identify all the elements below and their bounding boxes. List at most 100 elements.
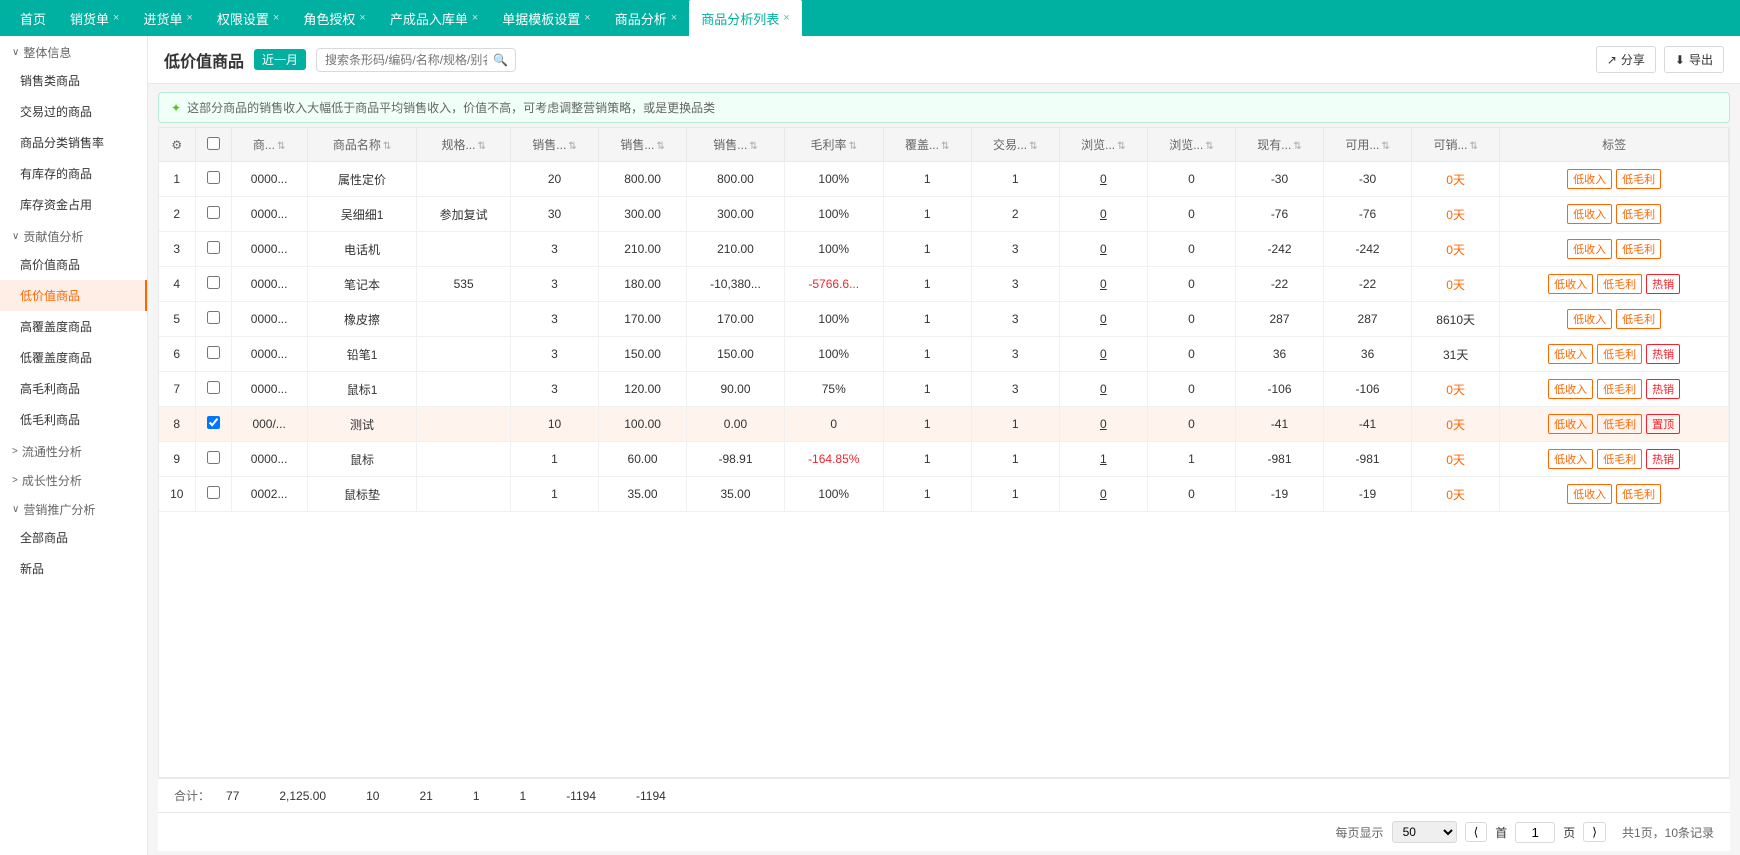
sidebar-item-low-value[interactable]: 低价值商品 [0,280,147,311]
sort-icon[interactable]: ⇅ [656,141,664,152]
sort-icon[interactable]: ⇅ [568,141,576,152]
row-select-checkbox[interactable] [207,276,220,289]
settings-column-header[interactable]: ⚙ [159,128,195,162]
page-number-input[interactable] [1515,822,1555,843]
sidebar-item-stock-capital[interactable]: 库存资金占用 [0,189,147,220]
sidebar-group-flow[interactable]: > 流通性分析 [0,435,147,464]
row-checkbox[interactable] [195,442,231,477]
sidebar-item-all-goods[interactable]: 全部商品 [0,522,147,553]
sidebar-group-contribution[interactable]: ∨ 贡献值分析 [0,220,147,249]
nav-close-icon[interactable]: × [671,12,677,24]
sidebar-item-new-goods[interactable]: 新品 [0,553,147,584]
row-checkbox[interactable] [195,477,231,512]
table-container[interactable]: ⚙ 商...⇅ 商品名称⇅ 规格...⇅ 销售...⇅ 销售...⇅ 销售...… [158,127,1730,778]
row-select-checkbox[interactable] [207,346,220,359]
sort-icon[interactable]: ⇅ [277,141,285,152]
row-select-checkbox[interactable] [207,486,220,499]
sort-icon[interactable]: ⇅ [477,141,485,152]
nav-permission-settings[interactable]: 权限设置 × [205,0,291,36]
nav-close-icon[interactable]: × [113,12,119,24]
nav-product-analysis[interactable]: 商品分析 × [603,0,689,36]
row-checkbox[interactable] [195,197,231,232]
search-input[interactable] [316,48,516,72]
row-browse1[interactable]: 0 [1059,267,1147,302]
nav-template-settings[interactable]: 单据模板设置 × [490,0,602,36]
sidebar-item-low-coverage[interactable]: 低覆盖度商品 [0,342,147,373]
row-select-checkbox[interactable] [207,241,220,254]
row-browse1[interactable]: 0 [1059,337,1147,372]
nav-purchase-order[interactable]: 进货单 × [131,0,204,36]
row-tags: 低收入低毛利热销 [1500,372,1729,407]
per-page-select[interactable]: 50 100 200 [1392,821,1457,843]
search-icon[interactable]: 🔍 [493,53,508,67]
row-gross-margin: 100% [784,162,883,197]
next-page-button[interactable]: ⟩ [1583,822,1606,842]
row-browse1[interactable]: 0 [1059,232,1147,267]
row-browse1[interactable]: 0 [1059,477,1147,512]
sort-icon[interactable]: ⇅ [1117,141,1125,152]
sidebar-group-growth[interactable]: > 成长性分析 [0,464,147,493]
sidebar-item-high-value[interactable]: 高价值商品 [0,249,147,280]
row-checkbox[interactable] [195,407,231,442]
row-browse1[interactable]: 0 [1059,302,1147,337]
sidebar-item-stocked-goods[interactable]: 有库存的商品 [0,158,147,189]
sidebar-group-overall[interactable]: ∨ 整体信息 [0,36,147,65]
row-browse1[interactable]: 0 [1059,407,1147,442]
row-select-checkbox[interactable] [207,311,220,324]
nav-close-icon[interactable]: × [186,12,192,24]
settings-icon[interactable]: ⚙ [171,138,182,152]
sidebar-item-low-margin[interactable]: 低毛利商品 [0,404,147,435]
row-select-checkbox[interactable] [207,206,220,219]
sort-icon[interactable]: ⇅ [849,141,857,152]
sidebar-item-high-coverage[interactable]: 高覆盖度商品 [0,311,147,342]
nav-home[interactable]: 首页 [8,0,58,36]
nav-role-auth[interactable]: 角色授权 × [291,0,377,36]
sidebar-item-traded-goods[interactable]: 交易过的商品 [0,96,147,127]
row-select-checkbox[interactable] [207,381,220,394]
sidebar-item-high-margin[interactable]: 高毛利商品 [0,373,147,404]
row-checkbox[interactable] [195,267,231,302]
row-checkbox[interactable] [195,302,231,337]
row-gross-margin: 0 [784,407,883,442]
row-browse1[interactable]: 0 [1059,162,1147,197]
sort-icon[interactable]: ⇅ [1205,141,1213,152]
share-button[interactable]: ↗ 分享 [1596,46,1656,73]
nav-product-analysis-list[interactable]: 商品分析列表 × [689,0,801,36]
sidebar-group-marketing[interactable]: ∨ 营销推广分析 [0,493,147,522]
row-checkbox[interactable] [195,162,231,197]
row-checkbox[interactable] [195,337,231,372]
tag-badge: 低毛利 [1616,309,1661,329]
first-page-button[interactable]: ⟨ [1465,822,1488,842]
sort-icon[interactable]: ⇅ [749,141,757,152]
export-button[interactable]: ⬇ 导出 [1664,46,1724,73]
sort-icon[interactable]: ⇅ [1381,141,1389,152]
row-browse1[interactable]: 0 [1059,197,1147,232]
nav-close-icon[interactable]: × [584,12,590,24]
checkbox-column-header[interactable] [195,128,231,162]
nav-product-inbound[interactable]: 产成品入库单 × [378,0,490,36]
nav-close-active-icon[interactable]: × [783,12,789,24]
nav-close-icon[interactable]: × [359,12,365,24]
row-checkbox[interactable] [195,232,231,267]
sort-icon[interactable]: ⇅ [1029,141,1037,152]
nav-close-icon[interactable]: × [472,12,478,24]
sidebar-item-sales-goods[interactable]: 销售类商品 [0,65,147,96]
sidebar-item-category-rate[interactable]: 商品分类销售率 [0,127,147,158]
row-spec: 参加复试 [417,197,511,232]
row-checkbox[interactable] [195,372,231,407]
row-select-checkbox[interactable] [207,171,220,184]
row-browse1[interactable]: 1 [1059,442,1147,477]
row-browse1[interactable]: 0 [1059,372,1147,407]
select-all-checkbox[interactable] [207,137,220,150]
row-select-checkbox[interactable] [207,451,220,464]
sort-icon[interactable]: ⇅ [383,141,391,152]
nav-sales-order[interactable]: 销货单 × [58,0,131,36]
sort-icon[interactable]: ⇅ [1293,141,1301,152]
row-select-checkbox[interactable] [207,416,220,429]
sort-icon[interactable]: ⇅ [941,141,949,152]
date-range-button[interactable]: 近一月 [254,49,306,70]
nav-close-icon[interactable]: × [273,12,279,24]
row-saleable: 0天 [1412,197,1500,232]
sort-icon[interactable]: ⇅ [1469,141,1477,152]
tag-badge: 低毛利 [1597,344,1642,364]
